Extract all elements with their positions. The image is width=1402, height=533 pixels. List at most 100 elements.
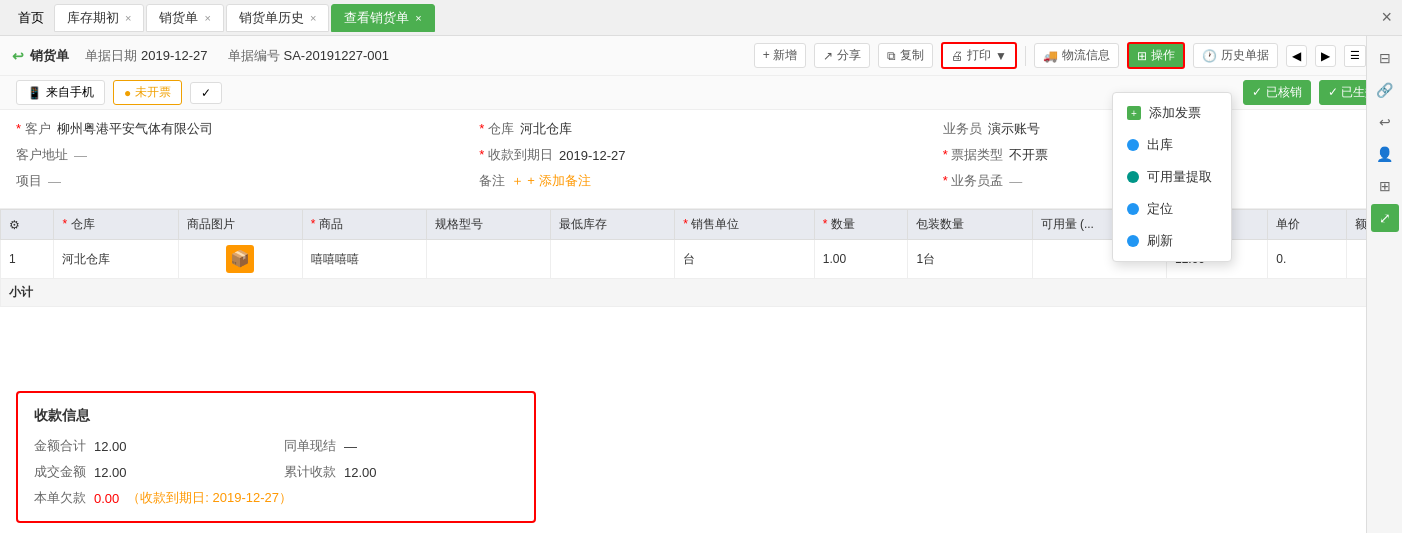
new-button[interactable]: + 新增 [754, 43, 806, 68]
history-button[interactable]: 🕐 历史单据 [1193, 43, 1278, 68]
invoice-icon: + [1127, 106, 1141, 120]
plus-icon: ＋ [511, 172, 524, 190]
row-qty: 1.00 [814, 240, 908, 279]
payment-grid: 金额合计 12.00 同单现结 — 成交金额 12.00 累计收款 12.00 … [34, 437, 518, 507]
window-close-button[interactable]: × [1381, 7, 1392, 28]
customer-field: 客户 柳州粤港平安气体有限公司 [16, 120, 459, 138]
close-history-tab[interactable]: × [310, 12, 316, 24]
toolbar: + 新增 ↗ 分享 ⧉ 复制 🖨 打印 ▼ 🚚 物流信息 [754, 42, 1390, 69]
warehouse-value: 河北仓库 [520, 120, 572, 138]
customer-value: 柳州粤港平安气体有限公司 [57, 120, 213, 138]
tab-sales-history[interactable]: 销货单历史 × [226, 4, 329, 32]
doc-header: ↩ 销货单 单据日期 2019-12-27 单据编号 SA-20191227-0… [0, 36, 1402, 76]
tab-bar-right: × [1381, 7, 1392, 28]
panel-icon-1[interactable]: ⊟ [1371, 44, 1399, 72]
sold-out-button[interactable]: ✓ 已核销 [1243, 80, 1310, 105]
col-product: 商品 [302, 210, 426, 240]
close-view-sales-tab[interactable]: × [415, 12, 421, 24]
dropdown-locate[interactable]: 定位 [1113, 193, 1231, 225]
project-label: 项目 [16, 172, 42, 190]
from-phone-button[interactable]: 📱 来自手机 [16, 80, 105, 105]
panel-icon-2[interactable]: 🔗 [1371, 76, 1399, 104]
row-unit: 台 [675, 240, 814, 279]
project-value: — [48, 174, 61, 189]
dropdown-outbound[interactable]: 出库 [1113, 129, 1231, 161]
transaction-amount: 成交金额 12.00 [34, 463, 268, 481]
note-label: 备注 [479, 172, 505, 190]
col-spec: 规格型号 [427, 210, 551, 240]
payment-date-value: 2019-12-27 [559, 148, 626, 163]
row-num: 1 [1, 240, 54, 279]
doc-title: ↩ 销货单 [12, 47, 69, 65]
col-unit-price: 单价 [1268, 210, 1346, 240]
operations-icon: ⊞ [1137, 49, 1147, 63]
panel-icon-5[interactable]: ⊞ [1371, 172, 1399, 200]
phone-icon: 📱 [27, 86, 42, 100]
payment-title: 收款信息 [34, 407, 518, 425]
row-min-stock [551, 240, 675, 279]
staff-value: 演示账号 [988, 120, 1040, 138]
number-label: 单据编号 [228, 47, 280, 65]
doc-icon: ↩ [12, 48, 24, 64]
col-unit: 销售单位 [675, 210, 814, 240]
dropdown-refresh[interactable]: 刷新 [1113, 225, 1231, 257]
copy-button[interactable]: ⧉ 复制 [878, 43, 933, 68]
customer-label: 客户 [16, 120, 51, 138]
print-dropdown-icon: ▼ [995, 49, 1007, 63]
history-icon: 🕐 [1202, 49, 1217, 63]
tab-sales[interactable]: 销货单 × [146, 4, 223, 32]
tab-view-sales[interactable]: 查看销货单 × [331, 4, 434, 32]
col-product-img: 商品图片 [178, 210, 302, 240]
address-value: — [74, 148, 87, 163]
ticket-type-value: 不开票 [1009, 146, 1048, 164]
logistics-icon: 🚚 [1043, 49, 1058, 63]
staff-label: 业务员 [943, 120, 982, 138]
payment-date-field: 收款到期日 2019-12-27 [479, 146, 922, 164]
copy-icon: ⧉ [887, 49, 896, 63]
add-note-button[interactable]: ＋ + 添加备注 [511, 172, 590, 190]
total-amount: 金额合计 12.00 [34, 437, 268, 455]
ticket-icon: ● [124, 86, 131, 100]
col-pack-qty: 包装数量 [908, 210, 1032, 240]
close-sales-tab[interactable]: × [204, 12, 210, 24]
payment-date-label: 收款到期日 [479, 146, 553, 164]
date-label: 单据日期 [85, 47, 137, 65]
doc-type-label: 销货单 [30, 47, 69, 65]
dropdown-add-invoice[interactable]: + 添加发票 [1113, 97, 1231, 129]
next-record-button[interactable]: ▶ [1315, 45, 1336, 67]
panel-icon-4[interactable]: 👤 [1371, 140, 1399, 168]
col-min-stock: 最低库存 [551, 210, 675, 240]
tab-inventory[interactable]: 库存期初 × [54, 4, 144, 32]
row-warehouse: 河北仓库 [54, 240, 178, 279]
arrears: 本单欠款 0.00 （收款到期日: 2019-12-27） [34, 489, 518, 507]
logistics-button[interactable]: 🚚 物流信息 [1034, 43, 1119, 68]
close-inventory-tab[interactable]: × [125, 12, 131, 24]
confirm-button[interactable]: ✓ [190, 82, 222, 104]
tab-home[interactable]: 首页 [10, 9, 52, 27]
not-open-button[interactable]: ● 未开票 [113, 80, 182, 105]
staff2-value: — [1009, 174, 1022, 189]
print-icon: 🖨 [951, 49, 963, 63]
outbound-icon [1127, 139, 1139, 151]
qty-pick-icon [1127, 171, 1139, 183]
row-pack-qty: 1台 [908, 240, 1032, 279]
date-value: 2019-12-27 [141, 48, 208, 63]
col-settings[interactable]: ⚙ [1, 210, 54, 240]
prev-record-button[interactable]: ◀ [1286, 45, 1307, 67]
share-button[interactable]: ↗ 分享 [814, 43, 870, 68]
subtotal-label: 小计 [1, 279, 1402, 307]
refresh-icon [1127, 235, 1139, 247]
panel-icon-expand[interactable]: ⤢ [1371, 204, 1399, 232]
address-label: 客户地址 [16, 146, 68, 164]
panel-icon-3[interactable]: ↩ [1371, 108, 1399, 136]
project-field: 项目 — [16, 172, 459, 190]
subtotal-row: 小计 [1, 279, 1402, 307]
list-view-button[interactable]: ☰ [1344, 45, 1366, 67]
row-spec [427, 240, 551, 279]
cumulative-payment: 累计收款 12.00 [284, 463, 518, 481]
row-product-img: 📦 [178, 240, 302, 279]
note-field: 备注 ＋ + 添加备注 [479, 172, 922, 190]
operations-button[interactable]: ⊞ 操作 [1127, 42, 1185, 69]
print-button[interactable]: 🖨 打印 ▼ [941, 42, 1017, 69]
dropdown-qty-pick[interactable]: 可用量提取 [1113, 161, 1231, 193]
